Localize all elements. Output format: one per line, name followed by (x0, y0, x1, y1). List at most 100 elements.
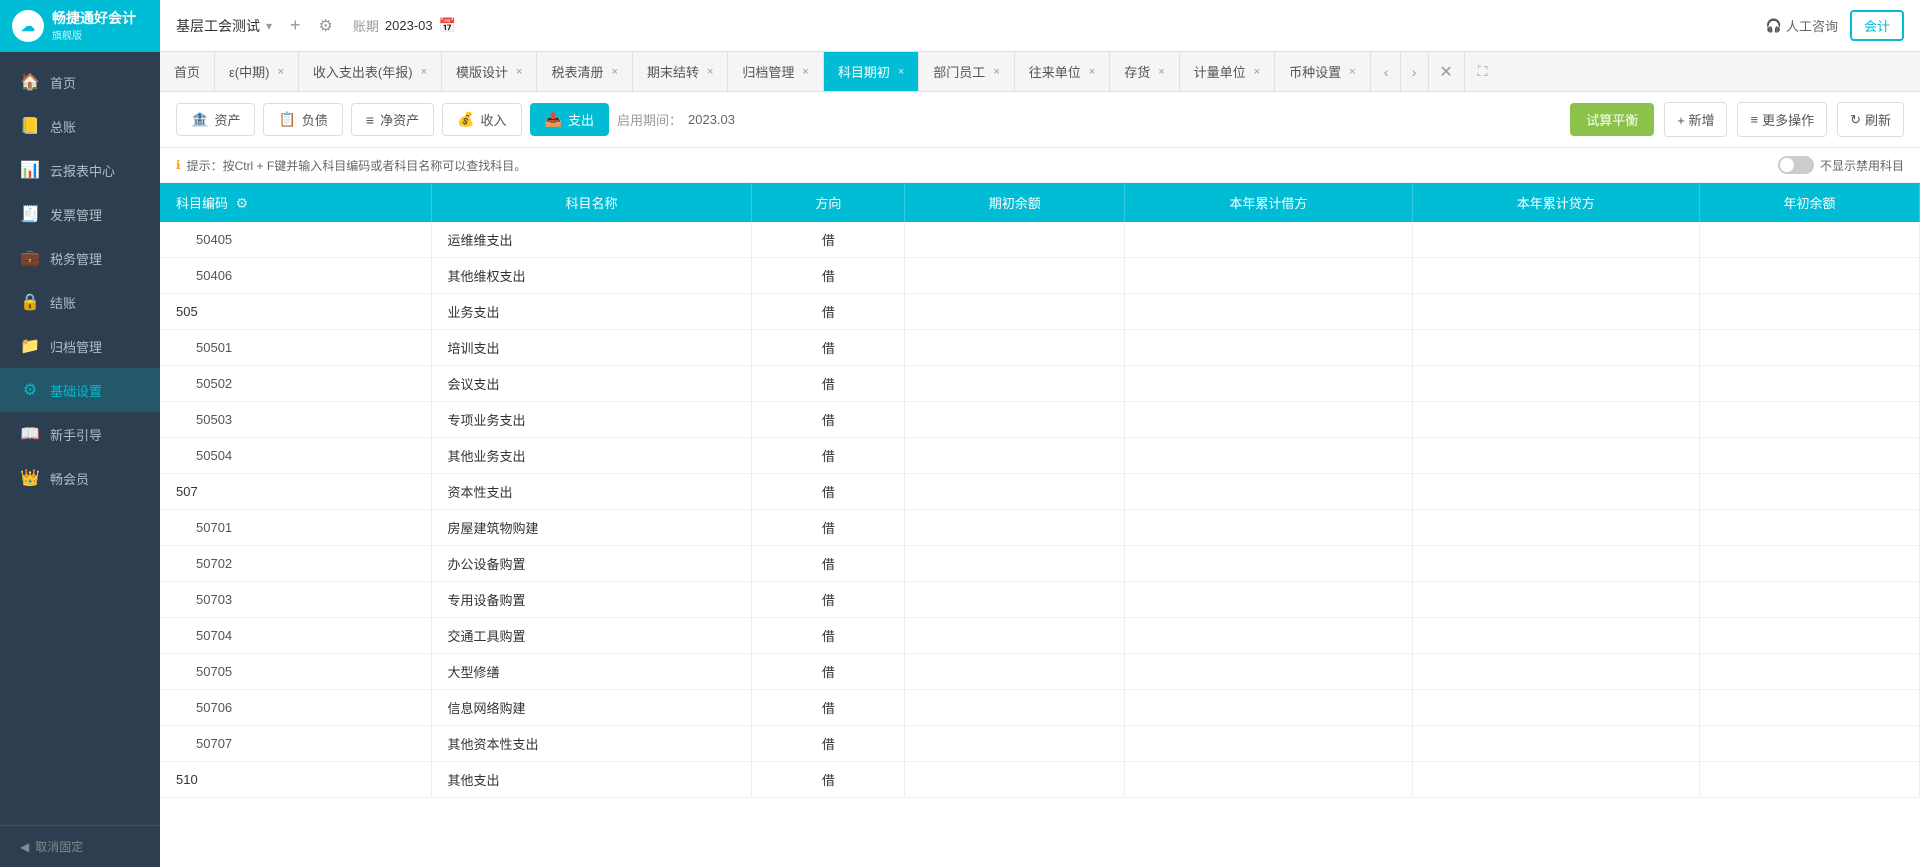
sidebar-item-home[interactable]: 🏠 首页 (0, 60, 160, 104)
add-project-button[interactable]: + (284, 13, 307, 38)
tab-subject-init-label: 科目期初 (838, 62, 890, 81)
tab-archive-mgmt[interactable]: 归档管理 × (728, 52, 823, 92)
subtab-expense[interactable]: 📤 支出 (530, 103, 609, 136)
table-row[interactable]: 507资本性支出借 (160, 474, 1920, 510)
tab-tax-clear[interactable]: 税表清册 × (537, 52, 632, 92)
tab-template[interactable]: 模版设计 × (442, 52, 537, 92)
tab-unit[interactable]: 计量单位 × (1180, 52, 1275, 92)
cell-direction: 借 (752, 294, 905, 330)
calendar-icon[interactable]: 📅 (439, 17, 456, 34)
tab-currency-close[interactable]: × (1349, 66, 1355, 78)
cell-direction: 借 (752, 546, 905, 582)
tab-subject-init-close[interactable]: × (898, 66, 904, 78)
table-row[interactable]: 50501培训支出借 (160, 330, 1920, 366)
cell-ytd-debit (1125, 222, 1412, 258)
cell-opening-balance (905, 618, 1125, 654)
tax-icon: 💼 (20, 248, 40, 268)
cell-opening-balance (905, 762, 1125, 798)
home-icon: 🏠 (20, 72, 40, 92)
sidebar-item-tax[interactable]: 💼 税务管理 (0, 236, 160, 280)
table-row[interactable]: 50707其他资本性支出借 (160, 726, 1920, 762)
subtab-assets[interactable]: 🏦 资产 (176, 103, 255, 136)
sidebar-item-member[interactable]: 👑 畅会员 (0, 456, 160, 500)
sidebar-item-archive[interactable]: 📁 归档管理 (0, 324, 160, 368)
tab-nav-next[interactable]: › (1401, 52, 1429, 92)
tab-period-end[interactable]: 期末结转 × (633, 52, 728, 92)
refresh-button[interactable]: ↻ 刷新 (1837, 102, 1904, 137)
help-button[interactable]: 🎧 人工咨询 (1766, 16, 1838, 35)
tab-income-annual-close[interactable]: × (421, 66, 427, 78)
table-row[interactable]: 505业务支出借 (160, 294, 1920, 330)
cell-ytd-debit (1125, 438, 1412, 474)
cell-opening-balance (905, 726, 1125, 762)
sidebar-item-ledger[interactable]: 📒 总账 (0, 104, 160, 148)
cell-name: 专用设备购置 (431, 582, 752, 618)
sidebar-item-closing[interactable]: 🔒 结账 (0, 280, 160, 324)
subtab-equity[interactable]: ≡ 净资产 (351, 103, 434, 136)
cell-year-opening (1699, 330, 1919, 366)
cell-opening-balance (905, 330, 1125, 366)
table-row[interactable]: 50502会议支出借 (160, 366, 1920, 402)
tab-inventory-close[interactable]: × (1158, 66, 1164, 78)
subtab-liabilities[interactable]: 📋 负债 (263, 103, 342, 136)
tab-expand[interactable]: ⛶ (1465, 52, 1501, 92)
tab-inventory[interactable]: 存货 × (1110, 52, 1179, 92)
cell-code: 50704 (160, 618, 431, 654)
tab-template-close[interactable]: × (516, 66, 522, 78)
tab-archive-mgmt-close[interactable]: × (802, 66, 808, 78)
table-row[interactable]: 50406其他维权支出借 (160, 258, 1920, 294)
tab-home[interactable]: 首页 (160, 52, 215, 92)
tab-nav-prev[interactable]: ‹ (1373, 52, 1401, 92)
tab-subject-init[interactable]: 科目期初 × (824, 52, 919, 92)
table-row[interactable]: 50701房屋建筑物购建借 (160, 510, 1920, 546)
table-row[interactable]: 50503专项业务支出借 (160, 402, 1920, 438)
tab-period-end-close[interactable]: × (707, 66, 713, 78)
tab-tax-clear-close[interactable]: × (612, 66, 618, 78)
add-button[interactable]: + 新增 (1664, 102, 1727, 137)
tabbar: 首页 ε(中期) × 收入支出表(年报) × 模版设计 × 税表清册 × 期末结… (160, 52, 1920, 92)
table-container: 科目编码 ⚙ 科目名称 方向 期初余额 本年累计借方 本年累计贷方 年初余额 5… (160, 183, 1920, 867)
cell-year-opening (1699, 582, 1919, 618)
cell-ytd-debit (1125, 510, 1412, 546)
sidebar-item-invoice[interactable]: 🧾 发票管理 (0, 192, 160, 236)
tab-currency[interactable]: 币种设置 × (1275, 52, 1370, 92)
table-row[interactable]: 50703专用设备购置借 (160, 582, 1920, 618)
table-row[interactable]: 50705大型修缮借 (160, 654, 1920, 690)
invoice-icon: 🧾 (20, 204, 40, 224)
sidebar-item-guide[interactable]: 📖 新手引导 (0, 412, 160, 456)
project-settings-button[interactable]: ⚙ (319, 16, 333, 36)
subject-table: 科目编码 ⚙ 科目名称 方向 期初余额 本年累计借方 本年累计贷方 年初余额 5… (160, 183, 1920, 798)
tab-dept-emp[interactable]: 部门员工 × (919, 52, 1014, 92)
project-selector[interactable]: 基层工会测试 ▾ (176, 16, 272, 36)
balance-button[interactable]: 试算平衡 (1570, 103, 1654, 136)
more-button[interactable]: ≡ 更多操作 (1737, 102, 1827, 137)
cell-ytd-credit (1412, 366, 1699, 402)
tab-interim-close[interactable]: × (277, 66, 283, 78)
disabled-toggle[interactable] (1778, 156, 1814, 174)
table-row[interactable]: 50405运维维支出借 (160, 222, 1920, 258)
table-row[interactable]: 50702办公设备购置借 (160, 546, 1920, 582)
cell-ytd-debit (1125, 582, 1412, 618)
sidebar-item-settings[interactable]: ⚙ 基础设置 (0, 368, 160, 412)
table-row[interactable]: 50704交通工具购置借 (160, 618, 1920, 654)
subtab-income[interactable]: 💰 收入 (442, 103, 521, 136)
cell-ytd-credit (1412, 510, 1699, 546)
table-row[interactable]: 50706信息网络购建借 (160, 690, 1920, 726)
table-row[interactable]: 510其他支出借 (160, 762, 1920, 798)
tab-income-annual[interactable]: 收入支出表(年报) × (299, 52, 442, 92)
account-button[interactable]: 会计 (1850, 10, 1904, 41)
tab-interim[interactable]: ε(中期) × (215, 52, 299, 92)
cell-ytd-credit (1412, 654, 1699, 690)
tab-contacts[interactable]: 往来单位 × (1015, 52, 1110, 92)
col-settings-icon[interactable]: ⚙ (236, 195, 249, 211)
tab-unit-close[interactable]: × (1254, 66, 1260, 78)
cell-ytd-debit (1125, 546, 1412, 582)
cell-name: 其他业务支出 (431, 438, 752, 474)
tab-dept-emp-close[interactable]: × (993, 66, 999, 78)
table-row[interactable]: 50504其他业务支出借 (160, 438, 1920, 474)
sidebar-unpin-button[interactable]: ◀ 取消固定 (0, 825, 160, 867)
tab-close-all[interactable]: ✕ (1429, 52, 1465, 92)
sidebar-item-reports[interactable]: 📊 云报表中心 (0, 148, 160, 192)
cell-code: 50701 (160, 510, 431, 546)
tab-contacts-close[interactable]: × (1089, 66, 1095, 78)
